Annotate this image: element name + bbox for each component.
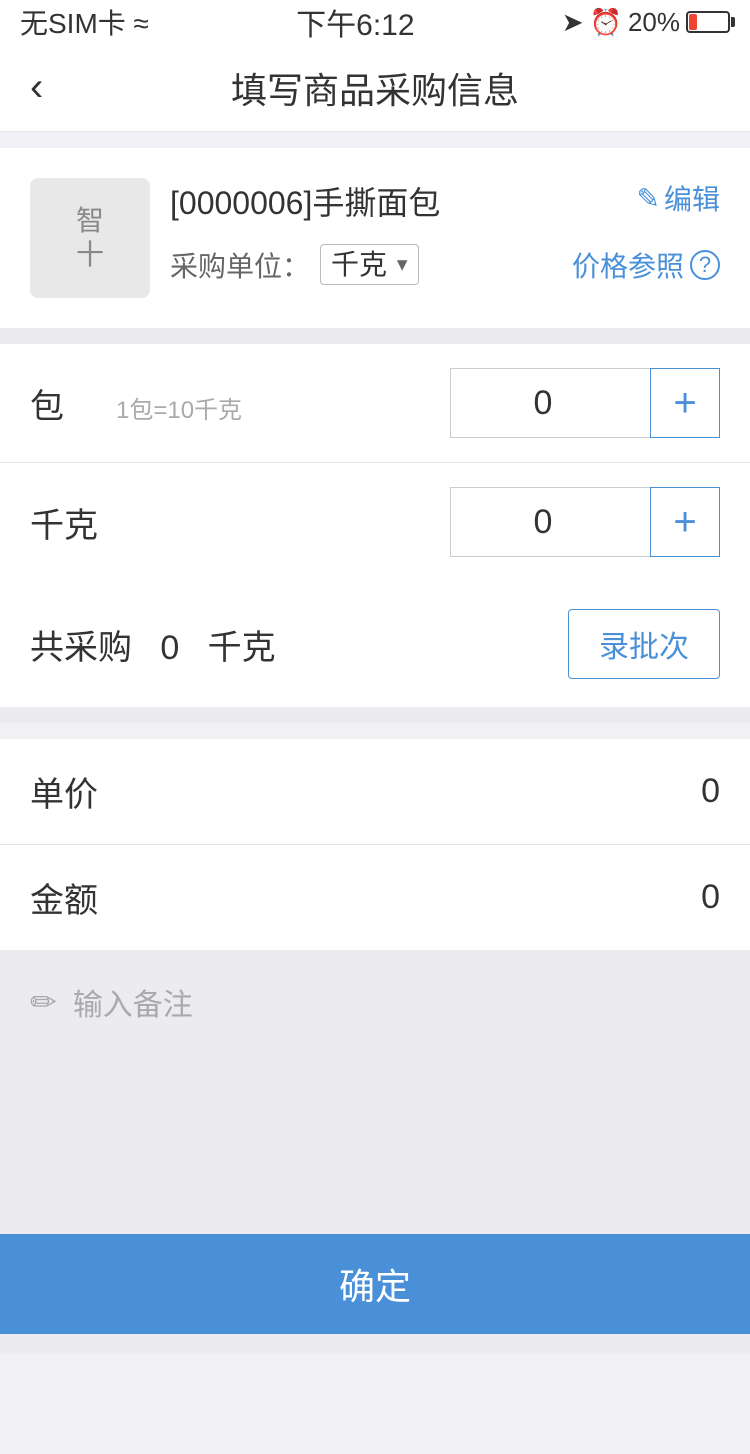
status-bar: 无SIM卡 ≈ 下午6:12 ➤ ⏰ 20% <box>0 0 750 44</box>
divider-2 <box>0 707 750 723</box>
help-icon: ? <box>690 250 720 280</box>
product-image: 智 十 <box>30 178 150 298</box>
unit-price-label: 单价 <box>30 767 98 816</box>
alarm-icon: ⏰ <box>590 7 622 38</box>
summary-text: 共采购 0 千克 <box>30 620 276 669</box>
price-ref-button[interactable]: 价格参照 ? <box>572 245 720 285</box>
bag-input-row: 包 1包=10千克 + <box>0 344 750 463</box>
kg-input-row: 千克 + <box>0 463 750 581</box>
bag-plus-button[interactable]: + <box>650 368 720 438</box>
location-icon: ➤ <box>562 7 584 38</box>
status-right: ➤ ⏰ 20% <box>562 7 730 38</box>
divider-1 <box>0 328 750 344</box>
amount-label: 金额 <box>30 873 98 922</box>
amount-row: 金额 0 <box>0 845 750 950</box>
product-info: [0000006]手撕面包 ✎ 编辑 采购单位： 千克 包 <box>170 178 720 285</box>
signal-text: 无SIM卡 ≈ <box>20 2 149 42</box>
battery-percent: 20% <box>628 7 680 38</box>
status-left: 无SIM卡 ≈ <box>20 2 149 42</box>
note-placeholder: 输入备注 <box>73 980 193 1024</box>
amount-value: 0 <box>701 878 720 917</box>
unit-label: 采购单位： <box>170 245 310 285</box>
edit-label: 编辑 <box>664 178 720 218</box>
confirm-button[interactable]: 确定 <box>0 1234 750 1334</box>
unit-select[interactable]: 千克 包 <box>320 244 419 285</box>
kg-label: 千克 <box>30 498 110 547</box>
summary-row: 共采购 0 千克 录批次 <box>0 581 750 707</box>
price-ref-label: 价格参照 <box>572 245 684 285</box>
page-title: 填写商品采购信息 <box>231 62 519 114</box>
price-section: 单价 0 金额 0 <box>0 739 750 950</box>
note-section[interactable]: ✏ 输入备注 <box>0 950 750 1054</box>
batch-button[interactable]: 录批次 <box>568 609 720 679</box>
product-logo: 智 十 <box>76 204 104 271</box>
bag-sublabel: 1包=10千克 <box>116 390 242 425</box>
kg-plus-button[interactable]: + <box>650 487 720 557</box>
back-button[interactable]: ‹ <box>30 65 43 110</box>
unit-price-value: 0 <box>701 772 720 811</box>
status-time: 下午6:12 <box>296 0 414 44</box>
bag-label: 包 <box>30 379 110 428</box>
bag-quantity-input[interactable] <box>450 368 650 438</box>
nav-bar: ‹ 填写商品采购信息 <box>0 44 750 132</box>
unit-price-row: 单价 0 <box>0 739 750 845</box>
kg-quantity-input[interactable] <box>450 487 650 557</box>
edit-button[interactable]: ✎ 编辑 <box>637 178 720 218</box>
edit-icon: ✎ <box>637 182 660 215</box>
pencil-icon: ✏ <box>30 983 57 1021</box>
input-section: 包 1包=10千克 + 千克 + <box>0 344 750 581</box>
product-name: [0000006]手撕面包 <box>170 178 637 224</box>
battery-icon <box>686 11 730 33</box>
product-card: 智 十 [0000006]手撕面包 ✎ 编辑 采购单位： 千克 包 <box>0 148 750 328</box>
unit-dropdown[interactable]: 千克 包 <box>320 244 419 285</box>
